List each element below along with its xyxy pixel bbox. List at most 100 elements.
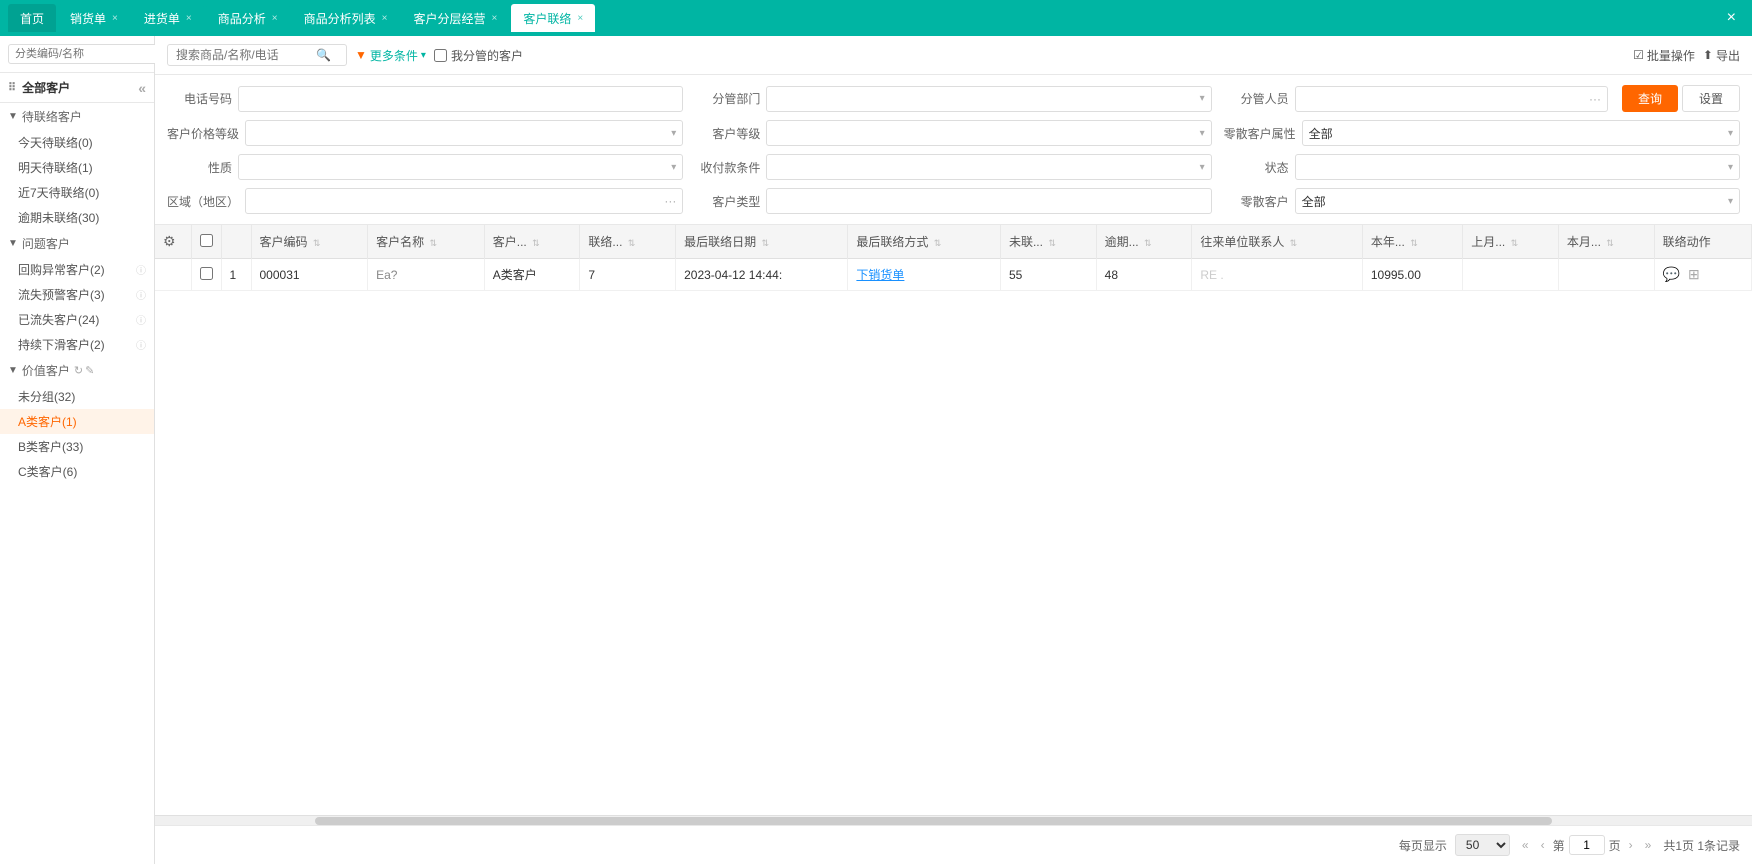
- close-sales-icon[interactable]: ×: [112, 13, 118, 24]
- customer-type-input[interactable]: [773, 194, 1204, 208]
- col-this-month-sort-icon[interactable]: ⇅: [1606, 238, 1614, 248]
- close-goods-list-icon[interactable]: ×: [382, 13, 388, 24]
- close-customer-tier-icon[interactable]: ×: [491, 13, 497, 24]
- filter-phone-input[interactable]: [238, 86, 683, 112]
- group-problem-arrow: ▼: [8, 238, 18, 249]
- refresh-icon[interactable]: ↻: [74, 364, 83, 377]
- sidebar-item-abnormal-repurchase[interactable]: 回购异常客户(2) ⓘ: [0, 257, 154, 282]
- row-last-method[interactable]: 下销货单: [856, 268, 904, 282]
- sidebar-item-class-b[interactable]: B类客户(33): [0, 434, 154, 459]
- sidebar-item-class-a[interactable]: A类客户(1): [0, 409, 154, 434]
- page-size-select[interactable]: 50 100 200: [1455, 834, 1510, 856]
- col-category-sort-icon[interactable]: ⇅: [532, 238, 540, 248]
- col-last-date-sort-icon[interactable]: ⇅: [761, 238, 769, 248]
- last-page-button[interactable]: »: [1641, 837, 1656, 853]
- filter-customer-type-input[interactable]: [766, 188, 1211, 214]
- sidebar-item-churn-warning[interactable]: 流失预警客户(3) ⓘ: [0, 282, 154, 307]
- overdue-contact-label: 逾期未联络(30): [18, 209, 99, 226]
- close-goods-analysis-icon[interactable]: ×: [272, 13, 278, 24]
- batch-op-button[interactable]: ☑ 批量操作: [1633, 47, 1695, 64]
- col-unit-contact-sort-icon[interactable]: ⇅: [1290, 238, 1298, 248]
- column-settings-icon[interactable]: ⚙: [163, 233, 176, 249]
- col-overdue-sort-icon[interactable]: ⇅: [1144, 238, 1152, 248]
- prev-page-button[interactable]: ‹: [1537, 837, 1549, 853]
- col-last-month: 上月... ⇅: [1463, 225, 1559, 259]
- next-page-button[interactable]: ›: [1625, 837, 1637, 853]
- filter-region-select[interactable]: ···: [245, 188, 683, 214]
- col-uncontacted-sort-icon[interactable]: ⇅: [1048, 238, 1056, 248]
- group-value-customers[interactable]: ▼ 价值客户 ↻ ✎: [0, 357, 154, 384]
- group-pending-contact[interactable]: ▼ 待联络客户: [0, 103, 154, 130]
- close-purchase-icon[interactable]: ×: [186, 13, 192, 24]
- filter-retail-attr-select[interactable]: 全部 ▾: [1302, 120, 1740, 146]
- manager-dots-icon: ···: [1589, 92, 1601, 106]
- sidebar-item-churned[interactable]: 已流失客户(24) ⓘ: [0, 307, 154, 332]
- row-checkbox[interactable]: [200, 267, 213, 280]
- more-action-icon[interactable]: ⊞: [1688, 266, 1700, 283]
- tab-sales[interactable]: 销货单 ×: [58, 4, 130, 32]
- filter-price-level-select[interactable]: ▾: [245, 120, 683, 146]
- filter-payment-select[interactable]: ▾: [766, 154, 1211, 180]
- bottom-scrollbar[interactable]: [155, 815, 1752, 825]
- cell-last-date: 2023-04-12 14:44:: [676, 259, 848, 291]
- sidebar-item-class-c[interactable]: C类客户(6): [0, 459, 154, 484]
- group-problem-customers[interactable]: ▼ 问题客户: [0, 230, 154, 257]
- more-conditions-button[interactable]: ▼ 更多条件 ▾: [355, 47, 426, 64]
- close-customer-contact-icon[interactable]: ×: [577, 13, 583, 24]
- select-all-checkbox[interactable]: [200, 234, 213, 247]
- tab-goods-analysis[interactable]: 商品分析 ×: [206, 4, 290, 32]
- sidebar-item-tomorrow-pending[interactable]: 明天待联络(1): [0, 155, 154, 180]
- tab-customer-contact[interactable]: 客户联络 ×: [511, 4, 595, 32]
- filter-customer-type-label: 客户类型: [695, 193, 760, 210]
- my-customers-checkbox[interactable]: [434, 49, 447, 62]
- phone-input[interactable]: [245, 92, 676, 106]
- top-nav-right: ×: [1719, 9, 1744, 27]
- class-b-label: B类客户(33): [18, 438, 83, 455]
- settings-button[interactable]: 设置: [1682, 85, 1740, 112]
- filter-retail-customer-select[interactable]: 全部 ▾: [1295, 188, 1740, 214]
- first-page-button[interactable]: «: [1518, 837, 1533, 853]
- contact-icon[interactable]: 💬: [1663, 266, 1680, 283]
- filter-dept-select[interactable]: ▾: [766, 86, 1211, 112]
- tab-goods-list-label: 商品分析列表: [304, 10, 376, 27]
- churn-warning-label: 流失预警客户(3): [18, 286, 105, 303]
- cell-this-month: [1558, 259, 1654, 291]
- sidebar-item-declining[interactable]: 持续下滑客户(2) ⓘ: [0, 332, 154, 357]
- filter-nature-select[interactable]: ▾: [238, 154, 683, 180]
- page-input[interactable]: [1569, 835, 1605, 855]
- col-last-month-sort-icon[interactable]: ⇅: [1511, 238, 1519, 248]
- sidebar-collapse-button[interactable]: «: [138, 80, 146, 96]
- filter-status-select[interactable]: ▾: [1295, 154, 1740, 180]
- sidebar-item-week-pending[interactable]: 近7天待联络(0): [0, 180, 154, 205]
- tab-goods-list[interactable]: 商品分析列表 ×: [292, 4, 400, 32]
- sidebar-item-unclassified[interactable]: 未分组(32): [0, 384, 154, 409]
- filter-customer-level-select[interactable]: ▾: [766, 120, 1211, 146]
- export-button[interactable]: ⬆ 导出: [1703, 47, 1740, 64]
- cell-checkbox: [191, 259, 221, 291]
- cell-last-month: [1463, 259, 1559, 291]
- sidebar-item-overdue-contact[interactable]: 逾期未联络(30): [0, 205, 154, 230]
- col-overdue-label: 逾期...: [1105, 235, 1139, 249]
- col-contacts-sort-icon[interactable]: ⇅: [628, 238, 636, 248]
- query-button[interactable]: 查询: [1622, 85, 1678, 112]
- filter-manager-select[interactable]: ···: [1295, 86, 1608, 112]
- tab-home[interactable]: 首页: [8, 4, 56, 32]
- customer-search-input[interactable]: [176, 48, 316, 62]
- col-name-sort-icon[interactable]: ⇅: [429, 238, 437, 248]
- week-pending-label: 近7天待联络(0): [18, 184, 99, 201]
- col-this-year-sort-icon[interactable]: ⇅: [1410, 238, 1418, 248]
- category-search-input[interactable]: [8, 44, 164, 64]
- customer-search-icon[interactable]: 🔍: [316, 48, 331, 62]
- tab-purchase[interactable]: 进货单 ×: [132, 4, 204, 32]
- window-close-button[interactable]: ×: [1719, 5, 1744, 30]
- price-level-arrow-icon: ▾: [671, 128, 676, 139]
- filter-bar-right: ☑ 批量操作 ⬆ 导出: [1633, 47, 1740, 64]
- my-customers-checkbox-area[interactable]: 我分管的客户: [434, 47, 523, 64]
- tab-customer-tier[interactable]: 客户分层经营 ×: [401, 4, 509, 32]
- edit-group-icon[interactable]: ✎: [85, 364, 94, 377]
- filter-phone-label: 电话号码: [167, 90, 232, 107]
- col-code-sort-icon[interactable]: ⇅: [313, 238, 321, 248]
- row-code[interactable]: 000031: [260, 268, 300, 282]
- sidebar-item-today-pending[interactable]: 今天待联络(0): [0, 130, 154, 155]
- col-last-method-sort-icon[interactable]: ⇅: [934, 238, 942, 248]
